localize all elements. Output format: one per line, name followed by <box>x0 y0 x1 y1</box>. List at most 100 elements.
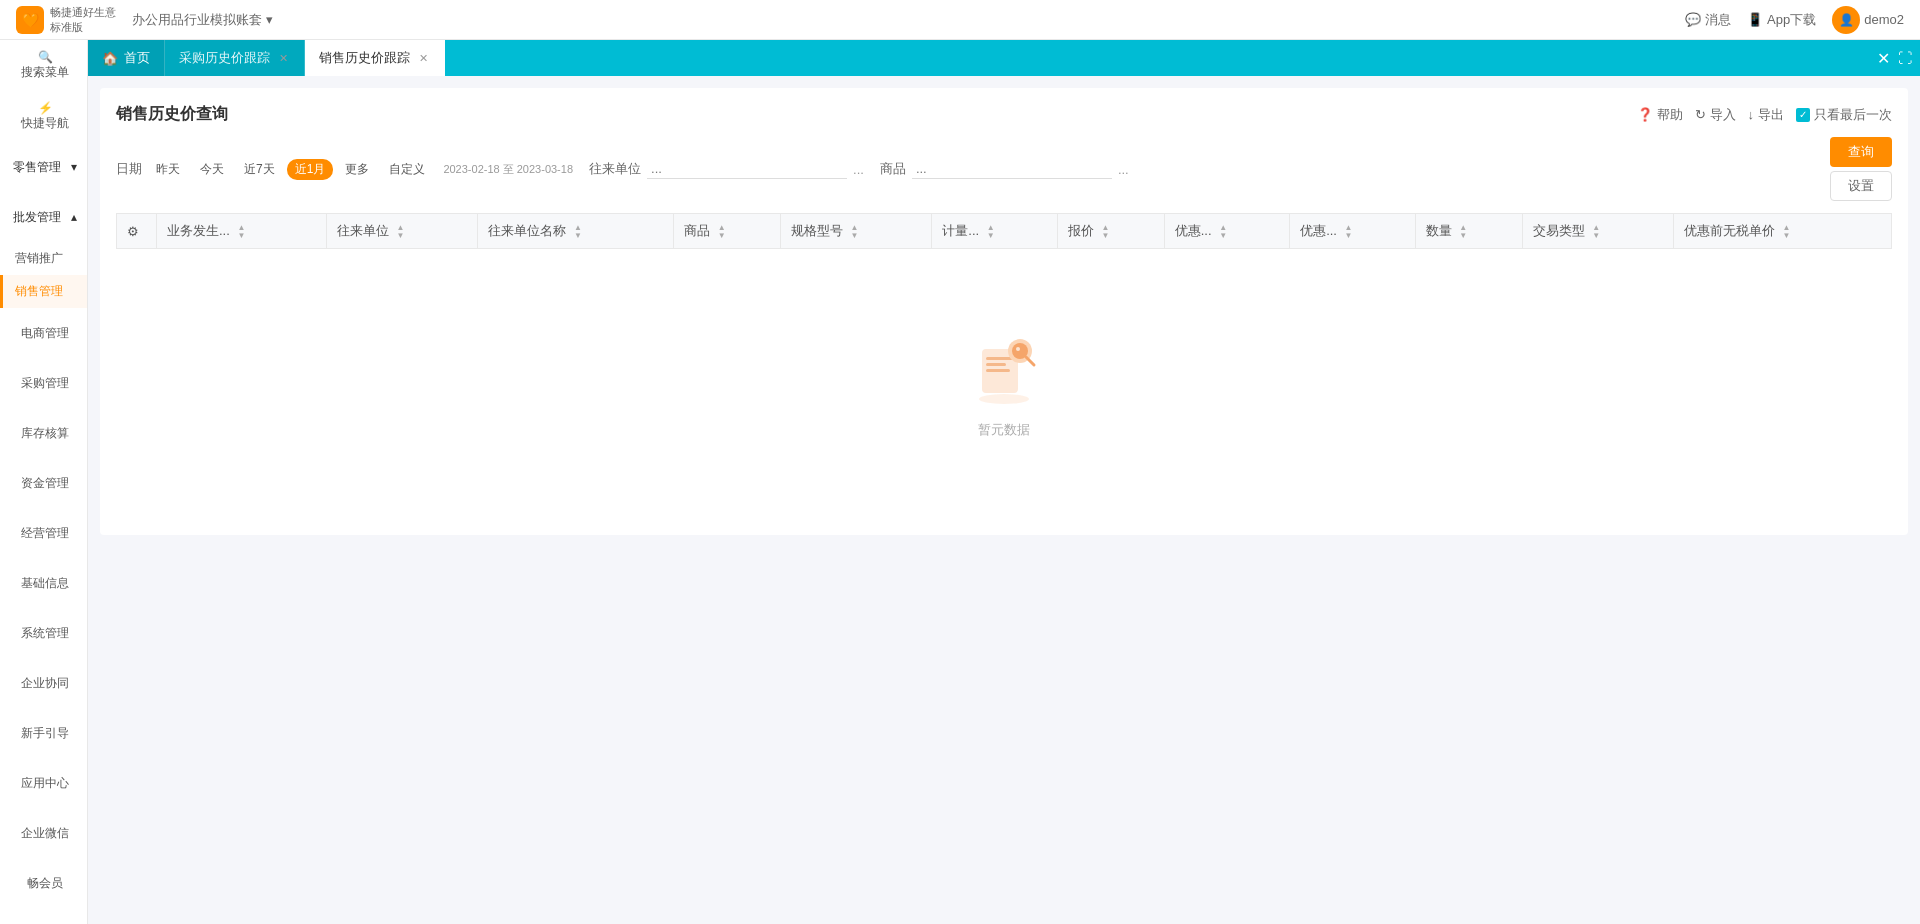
table-settings-icon[interactable]: ⚙ <box>127 224 139 239</box>
settings-button[interactable]: 设置 <box>1830 171 1892 201</box>
sidebar-item-operations[interactable]: 经营管理 <box>0 508 87 558</box>
partner-filter-group: 往来单位 ... <box>589 159 864 179</box>
chevron-down-icon: ▾ <box>71 160 77 174</box>
col-pretax-price[interactable]: 优惠前无税单价 ▲▼ <box>1673 214 1891 249</box>
app-download-btn[interactable]: 📱 App下载 <box>1747 11 1816 29</box>
tab-home[interactable]: 🏠 首页 <box>88 40 165 76</box>
empty-state: 暂元数据 <box>116 249 1892 519</box>
date-chip-yesterday[interactable]: 昨天 <box>148 159 188 180</box>
sort-icon-partner-code: ▲▼ <box>397 224 405 240</box>
data-table: ⚙ 业务发生... ▲▼ 往来单位 ▲▼ <box>116 213 1892 249</box>
empty-text: 暂元数据 <box>978 421 1030 439</box>
date-chip-today[interactable]: 今天 <box>192 159 232 180</box>
help-btn[interactable]: ❓ 帮助 <box>1637 106 1683 124</box>
svg-rect-3 <box>986 363 1006 366</box>
date-chip-custom[interactable]: 自定义 <box>381 159 433 180</box>
message-btn[interactable]: 💬 消息 <box>1685 11 1731 29</box>
date-filter-group: 日期 昨天 今天 近7天 近1月 更多 自定义 2023-02-18 至 202… <box>116 159 573 180</box>
partner-filter-input[interactable] <box>647 159 847 179</box>
sidebar-item-member[interactable]: 畅会员 <box>0 858 87 908</box>
col-trade-type[interactable]: 交易类型 ▲▼ <box>1522 214 1673 249</box>
sidebar-item-guide[interactable]: 新手引导 <box>0 708 87 758</box>
maximize-btn[interactable]: ⛶ <box>1898 50 1912 66</box>
svg-line-7 <box>1026 357 1034 365</box>
product-filter-input[interactable] <box>912 159 1112 179</box>
import-btn[interactable]: ↻ 导入 <box>1695 106 1736 124</box>
page-actions: ❓ 帮助 ↻ 导入 ↓ 导出 ✓ 只看最后一次 <box>1637 106 1893 124</box>
content-area: 🏠 首页 采购历史价跟踪 ✕ 销售历史价跟踪 ✕ ✕ ⛶ 销售历史价查询 <box>88 40 1920 924</box>
col-discount1[interactable]: 优惠... ▲▼ <box>1164 214 1289 249</box>
filter-row: 日期 昨天 今天 近7天 近1月 更多 自定义 2023-02-18 至 202… <box>116 137 1892 201</box>
col-product[interactable]: 商品 ▲▼ <box>674 214 781 249</box>
sidebar-item-marketing[interactable]: 营销推广 <box>0 242 87 275</box>
col-discount2[interactable]: 优惠... ▲▼ <box>1290 214 1415 249</box>
sort-icon-biz-date: ▲▼ <box>237 224 245 240</box>
app-selector[interactable]: 办公用品行业模拟账套 ▾ <box>124 11 281 29</box>
sort-icon-product: ▲▼ <box>718 224 726 240</box>
col-spec[interactable]: 规格型号 ▲▼ <box>780 214 931 249</box>
col-partner-code[interactable]: 往来单位 ▲▼ <box>326 214 477 249</box>
tab-purchase-history[interactable]: 采购历史价跟踪 ✕ <box>165 40 305 76</box>
page-title: 销售历史价查询 <box>116 104 228 125</box>
sidebar: 🔍 搜索菜单 ⚡ 快捷导航 零售管理 ▾ 批发管理 ▴ 营销推广 销售管理 电商… <box>0 40 88 924</box>
message-icon: 💬 <box>1685 12 1701 27</box>
user-area[interactable]: 👤 demo2 <box>1832 6 1904 34</box>
tab-sales-history[interactable]: 销售历史价跟踪 ✕ <box>305 40 445 76</box>
sort-icon-discount2: ▲▼ <box>1345 224 1353 240</box>
sidebar-item-retail[interactable]: 零售管理 ▾ <box>0 142 87 192</box>
col-partner-name[interactable]: 往来单位名称 ▲▼ <box>478 214 674 249</box>
sidebar-item-wholesale[interactable]: 批发管理 ▴ <box>0 192 87 242</box>
col-settings: ⚙ <box>117 214 157 249</box>
close-tab-sales-history[interactable]: ✕ <box>416 51 430 65</box>
product-filter-dots: ... <box>1118 162 1129 177</box>
partner-filter-dots: ... <box>853 162 864 177</box>
date-range-display: 2023-02-18 至 2023-03-18 <box>443 162 573 177</box>
sidebar-item-basic[interactable]: 基础信息 <box>0 558 87 608</box>
sort-icon-spec: ▲▼ <box>851 224 859 240</box>
search-icon: 🔍 <box>38 50 53 64</box>
product-filter-label: 商品 <box>880 160 906 178</box>
sidebar-item-ecommerce[interactable]: 电商管理 <box>0 308 87 358</box>
date-chip-7days[interactable]: 近7天 <box>236 159 283 180</box>
app-logo-icon: 🧡 <box>16 6 44 34</box>
date-chip-more[interactable]: 更多 <box>337 159 377 180</box>
home-icon: 🏠 <box>102 51 118 66</box>
col-biz-date[interactable]: 业务发生... ▲▼ <box>157 214 327 249</box>
top-header: 🧡 畅捷通好生意 标准版 办公用品行业模拟账套 ▾ 💬 消息 📱 App下载 👤… <box>0 0 1920 40</box>
sidebar-item-appstore[interactable]: 应用中心 <box>0 758 87 808</box>
tab-bar: 🏠 首页 采购历史价跟踪 ✕ 销售历史价跟踪 ✕ ✕ ⛶ <box>88 40 1920 76</box>
sidebar-item-search[interactable]: 🔍 搜索菜单 <box>0 40 87 91</box>
export-btn[interactable]: ↓ 导出 <box>1748 106 1785 124</box>
col-unit[interactable]: 计量... ▲▼ <box>932 214 1057 249</box>
sidebar-item-system[interactable]: 系统管理 <box>0 608 87 658</box>
sort-icon-quantity: ▲▼ <box>1459 224 1467 240</box>
sort-icon-quote: ▲▼ <box>1101 224 1109 240</box>
empty-state-icon <box>964 329 1044 409</box>
table-container: ⚙ 业务发生... ▲▼ 往来单位 ▲▼ <box>116 213 1892 249</box>
sidebar-item-inventory[interactable]: 库存核算 <box>0 408 87 458</box>
close-tab-purchase-history[interactable]: ✕ <box>276 51 290 65</box>
header-right: 💬 消息 📱 App下载 👤 demo2 <box>1685 6 1904 34</box>
sidebar-item-sales[interactable]: 销售管理 <box>0 275 87 308</box>
sort-icon-partner-name: ▲▼ <box>574 224 582 240</box>
date-chip-1month[interactable]: 近1月 <box>287 159 334 180</box>
help-icon: ❓ <box>1637 107 1653 122</box>
only-last-checkbox[interactable]: ✓ 只看最后一次 <box>1796 106 1892 124</box>
col-quote[interactable]: 报价 ▲▼ <box>1057 214 1164 249</box>
date-chips: 昨天 今天 近7天 近1月 更多 自定义 <box>148 159 433 180</box>
sidebar-item-enterprise[interactable]: 企业协同 <box>0 658 87 708</box>
tab-bar-actions: ✕ ⛶ <box>1877 49 1920 68</box>
col-quantity[interactable]: 数量 ▲▼ <box>1415 214 1522 249</box>
sidebar-item-quick-nav[interactable]: ⚡ 快捷导航 <box>0 91 87 142</box>
close-all-tabs-btn[interactable]: ✕ <box>1877 49 1890 68</box>
sidebar-item-wechat[interactable]: 企业微信 <box>0 808 87 858</box>
sidebar-item-purchase[interactable]: 采购管理 <box>0 358 87 408</box>
svg-point-0 <box>979 394 1029 404</box>
download-icon: 📱 <box>1747 12 1763 27</box>
logo-area: 🧡 畅捷通好生意 标准版 <box>16 5 116 34</box>
page-panel: 销售历史价查询 ❓ 帮助 ↻ 导入 ↓ 导出 <box>100 88 1908 535</box>
query-button[interactable]: 查询 <box>1830 137 1892 167</box>
sort-icon-discount1: ▲▼ <box>1219 224 1227 240</box>
sidebar-item-finance[interactable]: 资金管理 <box>0 458 87 508</box>
partner-filter-label: 往来单位 <box>589 160 641 178</box>
